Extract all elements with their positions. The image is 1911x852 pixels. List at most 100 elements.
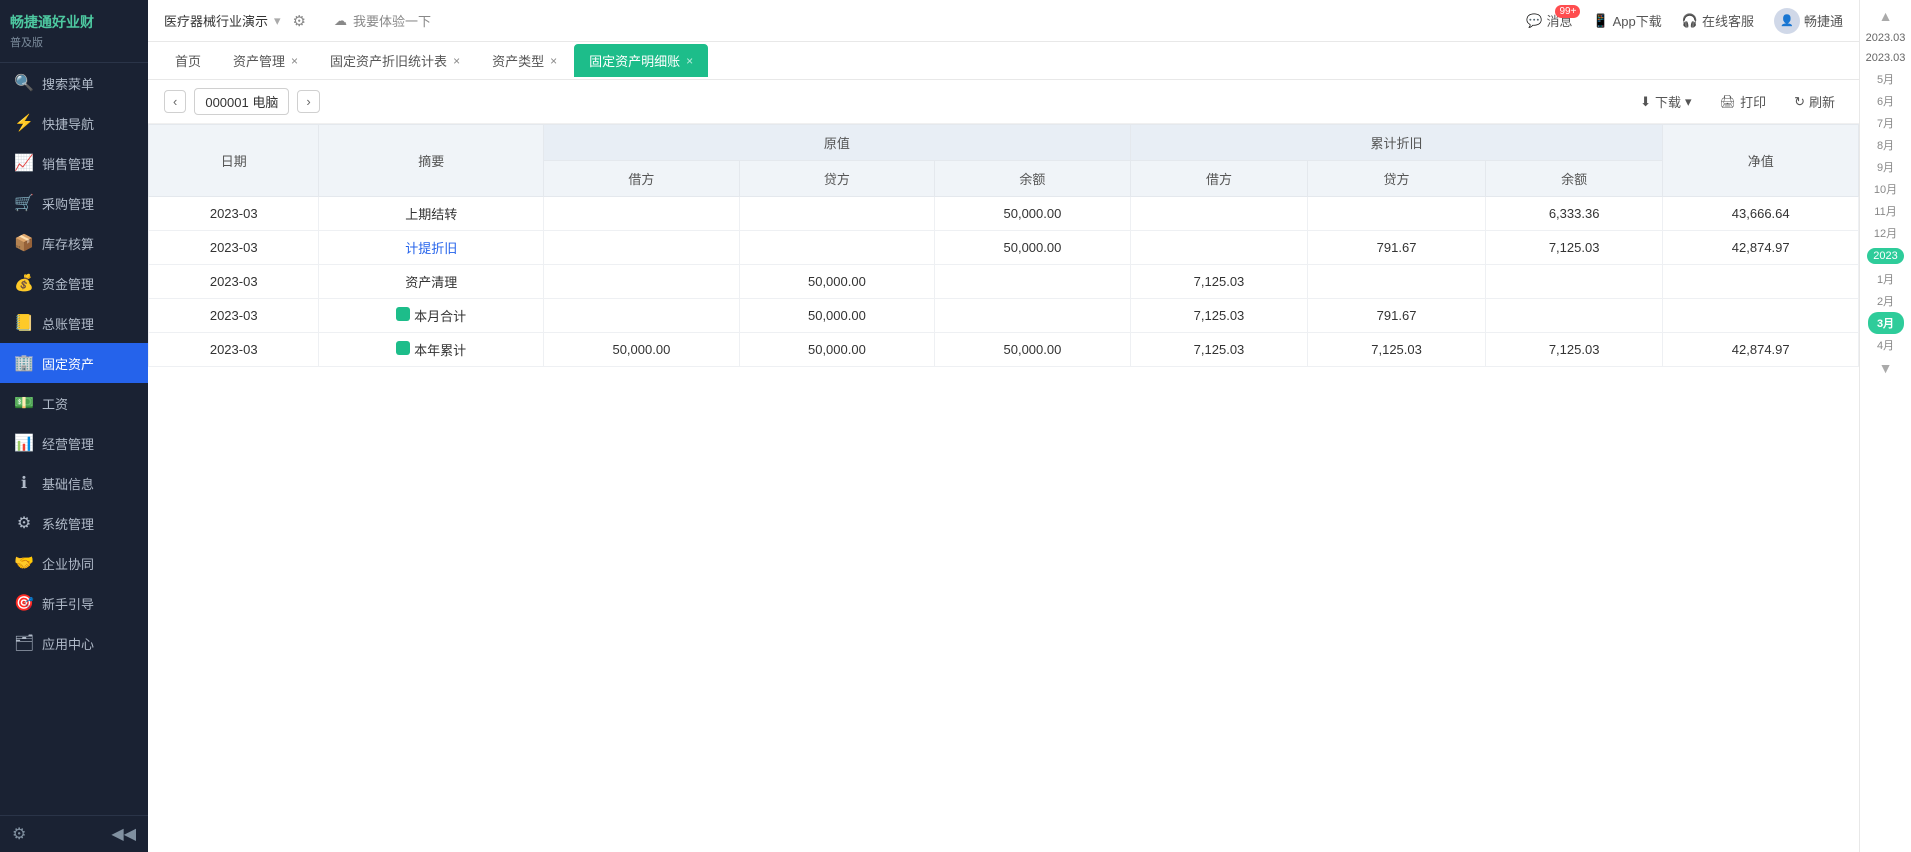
username-label: 畅捷通 [1804,11,1843,30]
sidebar-item-库存核算[interactable]: 📦库存核算 [0,223,148,263]
cell-orig-debit [544,197,740,231]
cell-accum-debit: 7,125.03 [1130,333,1308,367]
sidebar-item-经营管理[interactable]: 📊经营管理 [0,423,148,463]
tab-3[interactable]: 资产类型× [477,44,572,77]
sidebar-item-工资[interactable]: 💵工资 [0,383,148,423]
sidebar-item-总账管理[interactable]: 📒总账管理 [0,303,148,343]
experience-button[interactable]: ☁ 我要体验一下 [334,11,431,30]
tab-2[interactable]: 固定资产折旧统计表× [315,44,475,77]
app-name: 畅捷通好业财 [10,12,94,32]
topbar-gear-icon[interactable]: ⚙ [293,12,306,30]
cell-orig-credit: 50,000.00 [739,265,935,299]
nav-icon-0: 🔍 [14,73,34,93]
customer-service-button[interactable]: 🎧 在线客服 [1682,11,1754,30]
sidebar-label-10: 基础信息 [42,474,94,493]
cell-orig-credit [739,231,935,265]
sidebar-nav: 🔍搜索菜单⚡快捷导航📈销售管理 🛒 采购管理 📦库存核算💰资金管理📒总账管理🏢固定资产… [0,63,148,815]
sidebar-item-快捷导航[interactable]: ⚡快捷导航 [0,103,148,143]
tab-label-0: 首页 [175,51,201,70]
sidebar-label-3: 采购管理 [42,194,94,213]
download-chevron-icon: ▾ [1685,94,1692,110]
timeline-month-12[interactable]: 12月 [1868,222,1904,244]
th-accum-credit: 贷方 [1308,161,1486,197]
app-download-button[interactable]: 📱 App下载 [1592,11,1661,30]
cell-orig-balance: 50,000.00 [935,197,1131,231]
timeline-month-5[interactable]: 5月 [1868,68,1904,90]
cell-accum-debit: 7,125.03 [1130,265,1308,299]
sidebar-label-11: 系统管理 [42,514,94,533]
timeline-up-arrow[interactable]: ▲ [1879,8,1893,24]
company-selector[interactable]: 医疗器械行业演示 ▾ [164,11,281,30]
timeline-month-10[interactable]: 10月 [1868,178,1904,200]
tab-label-4: 固定资产明细账 [589,51,680,70]
tab-close-2[interactable]: × [453,54,460,68]
settings-icon[interactable]: ⚙ [12,824,26,844]
sidebar-item-基础信息[interactable]: ℹ基础信息 [0,463,148,503]
tab-close-4[interactable]: × [686,54,693,68]
cell-accum-credit [1308,265,1486,299]
sidebar-header: 畅捷通好业财 普及版 [0,0,148,63]
timeline-month-3[interactable]: 3月 [1868,312,1904,334]
sidebar-label-13: 新手引导 [42,594,94,613]
asset-code-display: 000001 电脑 [194,88,289,115]
sub-toolbar: ‹ 000001 电脑 › ⬇ 下载 ▾ 🖨 打印 ↻ [148,80,1859,124]
table-wrap: 日期 摘要 原值 累计折旧 净值 借方 贷方 余额 借方 贷方 余额 [148,124,1859,367]
table-row: 2023-03 上期结转 50,000.00 6,333.36 43,666.6… [149,197,1859,231]
tab-close-3[interactable]: × [550,54,557,68]
tab-close-1[interactable]: × [291,54,298,68]
table-row: 2023-03 本月合计 50,000.00 7,125.03 791.67 [149,299,1859,333]
sidebar-item-采购管理[interactable]: 🛒 采购管理 [0,183,148,223]
download-button[interactable]: ⬇ 下载 ▾ [1632,88,1699,115]
refresh-button[interactable]: ↻ 刷新 [1786,88,1843,115]
cell-date: 2023-03 [149,197,319,231]
sidebar-item-应用中心[interactable]: 🗂应用中心 [0,623,148,663]
app-download-label: App下载 [1613,11,1662,30]
message-button[interactable]: 💬 消息 99+ [1526,11,1572,30]
print-button[interactable]: 🖨 打印 [1712,88,1775,115]
timeline-month-2[interactable]: 2月 [1868,290,1904,312]
timeline-month-11[interactable]: 11月 [1868,200,1904,222]
timeline-date-1: 2023.03 [1866,32,1906,44]
sidebar-item-固定资产[interactable]: 🏢固定资产 [0,343,148,383]
nav-icon-3: 🛒 [14,193,34,213]
user-menu[interactable]: 👤 畅捷通 [1774,8,1843,34]
cell-summary: 计提折旧 [319,231,544,265]
print-label: 打印 [1740,92,1766,111]
cell-accum-balance: 7,125.03 [1485,333,1663,367]
th-accum-depreciation: 累计折旧 [1130,125,1663,161]
timeline-month-6[interactable]: 6月 [1868,90,1904,112]
badge-icon [396,341,410,355]
timeline-month-9[interactable]: 9月 [1868,156,1904,178]
timeline-down-arrow[interactable]: ▼ [1879,360,1893,376]
tab-1[interactable]: 资产管理× [218,44,313,77]
cell-accum-debit: 7,125.03 [1130,299,1308,333]
sidebar-item-销售管理[interactable]: 📈销售管理 [0,143,148,183]
th-net-value: 净值 [1663,125,1859,197]
topbar: 医疗器械行业演示 ▾ ⚙ ☁ 我要体验一下 💬 消息 99+ 📱 App下载 🎧… [148,0,1859,42]
sidebar: 畅捷通好业财 普及版 🔍搜索菜单⚡快捷导航📈销售管理 🛒 采购管理 📦库存核算💰资金管… [0,0,148,852]
next-asset-button[interactable]: › [297,90,319,113]
tab-0[interactable]: 首页 [160,44,216,77]
sidebar-item-系统管理[interactable]: ⚙系统管理 [0,503,148,543]
sidebar-label-14: 应用中心 [42,634,94,653]
timeline-date-2: 2023.03 [1866,52,1906,64]
sidebar-item-企业协同[interactable]: 🤝企业协同 [0,543,148,583]
tab-4[interactable]: 固定资产明细账 × [574,44,708,77]
prev-asset-button[interactable]: ‹ [164,90,186,113]
collapse-icon[interactable]: ◀◀ [111,824,136,844]
cell-accum-balance [1485,265,1663,299]
cell-accum-credit [1308,197,1486,231]
nav-icon-12: 🤝 [14,553,34,573]
cell-summary: 本月合计 [319,299,544,333]
timeline-month-7[interactable]: 7月 [1868,112,1904,134]
cell-orig-debit [544,231,740,265]
sidebar-item-资金管理[interactable]: 💰资金管理 [0,263,148,303]
timeline-month-1[interactable]: 1月 [1868,268,1904,290]
message-icon: 💬 [1526,13,1542,29]
timeline-month-4[interactable]: 4月 [1868,334,1904,356]
content-area: ‹ 000001 电脑 › ⬇ 下载 ▾ 🖨 打印 ↻ [148,80,1859,852]
cell-orig-debit [544,265,740,299]
sidebar-item-搜索菜单[interactable]: 🔍搜索菜单 [0,63,148,103]
timeline-month-8[interactable]: 8月 [1868,134,1904,156]
sidebar-item-新手引导[interactable]: 🎯新手引导 [0,583,148,623]
